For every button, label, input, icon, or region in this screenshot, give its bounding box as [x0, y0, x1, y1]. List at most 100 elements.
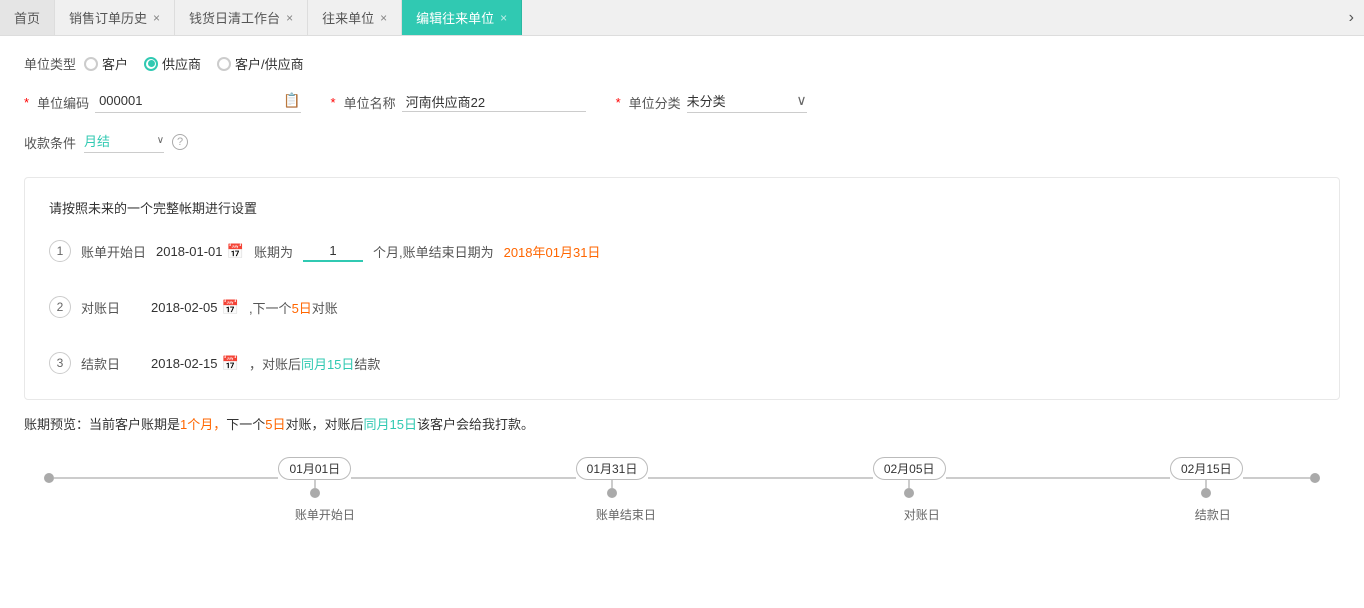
step-2-label: 对账日: [81, 298, 141, 317]
category-dropdown-icon: ∨: [796, 92, 806, 109]
payment-terms-help-icon[interactable]: ?: [172, 134, 188, 150]
tab-more-button[interactable]: ›: [1339, 0, 1364, 35]
step-3-suffix: 结款: [354, 357, 380, 372]
unit-category-select[interactable]: 未分类 ∨: [687, 91, 807, 113]
tab-sales-history[interactable]: 销售订单历史 ×: [55, 0, 175, 35]
tl-label-spacer-start: [44, 506, 54, 523]
period-value-input[interactable]: [303, 241, 363, 262]
step-3-desc: ，对账后同月15日结款: [249, 354, 381, 373]
step-3-date-box: 2018-02-15 📅: [151, 355, 239, 372]
tl-line-2: [351, 477, 575, 479]
tl-name-2: 账单结束日: [596, 506, 656, 523]
preview-reconcile: 5日: [265, 417, 285, 432]
radio-customer-circle: [84, 57, 98, 71]
unit-name-input[interactable]: [402, 92, 586, 112]
tab-partner-label: 往来单位: [322, 8, 374, 27]
tl-name-4: 结款日: [1195, 506, 1231, 523]
tl-node-4: 02月15日: [1170, 457, 1243, 498]
payment-terms-label: 收款条件: [24, 133, 76, 152]
radio-both[interactable]: 客户/供应商: [217, 54, 304, 73]
tl-dot-2: [607, 488, 617, 498]
close-edit-partner-icon[interactable]: ×: [500, 11, 507, 25]
tab-home[interactable]: 首页: [0, 0, 55, 35]
step-1-period-label: 账期为: [254, 242, 293, 261]
unit-name-label: 单位名称: [344, 93, 396, 112]
close-partner-icon[interactable]: ×: [380, 11, 387, 25]
tl-dot-1: [310, 488, 320, 498]
payment-terms-row: 收款条件 月结 ∨ ?: [24, 131, 1340, 153]
close-cashflow-icon[interactable]: ×: [286, 11, 293, 25]
step-3-date: 2018-02-15: [151, 356, 218, 371]
tl-end-dot: [1310, 473, 1320, 483]
tl-label-spacer-end: [1310, 506, 1320, 523]
tl-line-1: [54, 477, 278, 479]
step-1-row: 1 账单开始日 2018-01-01 📅 账期为 个月,账单结束日期为 2018…: [49, 235, 1315, 267]
unit-category-field: * 单位分类 未分类 ∨: [616, 91, 807, 113]
tl-node-3: 02月05日: [873, 457, 946, 498]
preview-mid1: 下一个: [226, 417, 265, 432]
tl-stem-1: [314, 480, 316, 488]
code-name-category-row: * 单位编码 📋 * 单位名称 * 单位分类 未分类 ∨: [24, 91, 1340, 113]
preview-bar: 账期预览：当前客户账期是1个月，下一个5日对账，对账后同月15日该客户会给我打款…: [24, 400, 1340, 447]
main-content: 单位类型 客户 供应商 客户/供应商 * 单位编码 📋: [0, 36, 1364, 608]
tl-stem-3: [908, 480, 910, 488]
radio-customer-label: 客户: [102, 54, 128, 73]
radio-both-circle: [217, 57, 231, 71]
tl-node-1: 01月01日: [278, 457, 351, 498]
unit-code-input[interactable]: [95, 91, 279, 110]
step-1-calendar-icon[interactable]: 📅: [227, 243, 244, 260]
step-2-date-box: 2018-02-05 📅: [151, 299, 239, 316]
tl-badge-4: 02月15日: [1170, 457, 1243, 480]
step-2-highlight: 5日: [292, 301, 312, 316]
step-2-calendar-icon[interactable]: 📅: [222, 299, 239, 316]
unit-name-field: * 单位名称: [331, 92, 586, 112]
step-3-prefix: ，对账后: [249, 357, 301, 372]
unit-code-field: * 单位编码 📋: [24, 91, 301, 113]
copy-icon[interactable]: 📋: [283, 92, 300, 109]
tl-dot-3: [904, 488, 914, 498]
unit-type-row: 单位类型 客户 供应商 客户/供应商: [24, 54, 1340, 73]
tl-badge-2: 01月31日: [576, 457, 649, 480]
step-2-prefix: ,下一个: [249, 301, 292, 316]
tl-label-4: 结款日: [1188, 506, 1238, 523]
cat-star: *: [616, 95, 621, 110]
tab-bar: 首页 销售订单历史 × 钱货日清工作台 × 往来单位 × 编辑往来单位 × ›: [0, 0, 1364, 36]
preview-period: 1个月，: [180, 417, 226, 432]
tl-stem-4: [1205, 480, 1207, 488]
payment-terms-select[interactable]: 月结 ∨: [84, 131, 164, 153]
unit-code-label: 单位编码: [37, 93, 89, 112]
radio-supplier-label: 供应商: [162, 54, 201, 73]
radio-supplier-circle: [144, 57, 158, 71]
tab-partner[interactable]: 往来单位 ×: [308, 0, 402, 35]
tab-edit-partner[interactable]: 编辑往来单位 ×: [402, 0, 522, 35]
step-3-row: 3 结款日 2018-02-15 📅 ，对账后同月15日结款: [49, 347, 1315, 379]
step-3-calendar-icon[interactable]: 📅: [222, 355, 239, 372]
step-2-row: 2 对账日 2018-02-05 📅 ,下一个5日对账: [49, 291, 1315, 323]
tl-dot-4: [1201, 488, 1211, 498]
step-1-label: 账单开始日: [81, 242, 146, 261]
tl-line-4: [946, 477, 1170, 479]
period-settings-section: 请按照未来的一个完整帐期进行设置 1 账单开始日 2018-01-01 📅 账期…: [24, 177, 1340, 400]
step-2-date: 2018-02-05: [151, 300, 218, 315]
step-2-suffix: 对账: [312, 301, 338, 316]
step-3-num: 3: [49, 352, 71, 374]
radio-both-label: 客户/供应商: [235, 54, 304, 73]
tl-line-3: [648, 477, 872, 479]
name-star: *: [331, 95, 336, 110]
preview-suffix: 该客户会给我打款。: [417, 417, 534, 432]
tl-name-3: 对账日: [904, 506, 940, 523]
radio-supplier[interactable]: 供应商: [144, 54, 201, 73]
tl-label-3: 对账日: [897, 506, 947, 523]
step-1-num: 1: [49, 240, 71, 262]
tl-lseg1: [54, 506, 295, 523]
tl-lseg4: [947, 506, 1188, 523]
tl-lseg3: [656, 506, 897, 523]
tl-badge-1: 01月01日: [278, 457, 351, 480]
tab-cashflow[interactable]: 钱货日清工作台 ×: [175, 0, 308, 35]
tl-name-1: 账单开始日: [295, 506, 355, 523]
unit-type-radio-group: 客户 供应商 客户/供应商: [84, 54, 304, 73]
radio-customer[interactable]: 客户: [84, 54, 128, 73]
step-3-label: 结款日: [81, 354, 141, 373]
tl-stem-2: [611, 480, 613, 488]
close-sales-history-icon[interactable]: ×: [153, 11, 160, 25]
